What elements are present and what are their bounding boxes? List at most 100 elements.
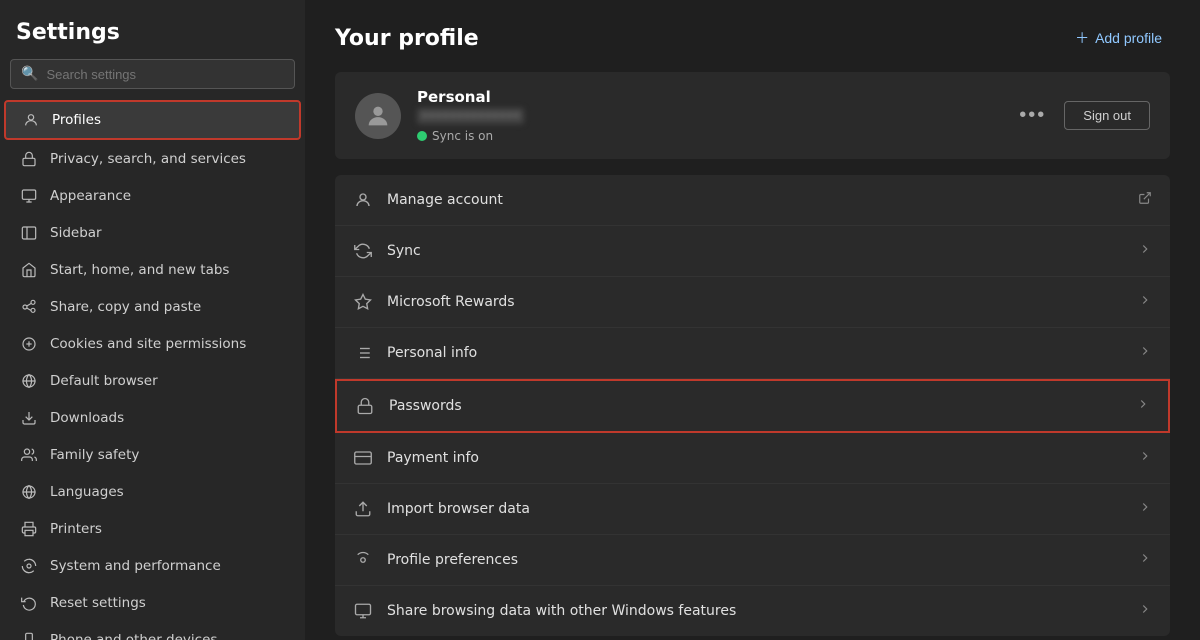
passwords-icon [355, 396, 375, 416]
sidebar-item-label-phone: Phone and other devices [50, 632, 217, 640]
phone-icon [20, 631, 38, 640]
sync-status: Sync is on [417, 129, 995, 143]
menu-item-label-payment-info: Payment info [387, 450, 1124, 466]
downloads-icon [20, 409, 38, 427]
chevron-right-icon [1138, 449, 1152, 467]
sync-label: Sync is on [432, 129, 493, 143]
share-copy-icon [20, 298, 38, 316]
menu-item-label-profile-preferences: Profile preferences [387, 552, 1124, 568]
search-icon: 🔍 [21, 66, 38, 82]
cookies-icon [20, 335, 38, 353]
sidebar-item-label-share-copy: Share, copy and paste [50, 299, 201, 315]
personal-info-icon [353, 343, 373, 363]
sidebar-item-label-family-safety: Family safety [50, 447, 139, 463]
profiles-icon [22, 111, 40, 129]
microsoft-rewards-icon [353, 292, 373, 312]
sidebar: Settings 🔍 ProfilesPrivacy, search, and … [0, 0, 305, 640]
sidebar-item-cookies[interactable]: Cookies and site permissions [4, 326, 301, 362]
sidebar-item-label-reset: Reset settings [50, 595, 146, 611]
sidebar-nav: Profiles Privacy, search, and services App… [0, 99, 305, 640]
sidebar-item-label-start-home: Start, home, and new tabs [50, 262, 229, 278]
sidebar-item-start-home[interactable]: Start, home, and new tabs [4, 252, 301, 288]
menu-item-label-manage-account: Manage account [387, 192, 1124, 208]
menu-item-label-personal-info: Personal info [387, 345, 1124, 361]
sidebar-item-privacy[interactable]: Privacy, search, and services [4, 141, 301, 177]
sidebar-icon [20, 224, 38, 242]
menu-item-personal-info[interactable]: Personal info [335, 328, 1170, 379]
add-profile-label: Add profile [1095, 30, 1162, 46]
chevron-right-icon [1138, 242, 1152, 260]
share-browsing-icon [353, 601, 373, 621]
sidebar-item-appearance[interactable]: Appearance [4, 178, 301, 214]
plus-icon: ＋ [1075, 28, 1089, 48]
add-profile-button[interactable]: ＋ Add profile [1067, 24, 1170, 52]
appearance-icon [20, 187, 38, 205]
avatar [355, 93, 401, 139]
sync-icon [353, 241, 373, 261]
sidebar-item-system[interactable]: System and performance [4, 548, 301, 584]
menu-item-manage-account[interactable]: Manage account [335, 175, 1170, 226]
sidebar-item-share-copy[interactable]: Share, copy and paste [4, 289, 301, 325]
menu-item-label-import-browser-data: Import browser data [387, 501, 1124, 517]
default-browser-icon [20, 372, 38, 390]
sidebar-item-label-downloads: Downloads [50, 410, 124, 426]
menu-item-microsoft-rewards[interactable]: Microsoft Rewards [335, 277, 1170, 328]
profile-actions: ••• Sign out [1011, 100, 1150, 131]
start-home-icon [20, 261, 38, 279]
profile-name: Personal [417, 88, 995, 106]
sidebar-item-label-printers: Printers [50, 521, 102, 537]
payment-info-icon [353, 448, 373, 468]
sidebar-item-label-privacy: Privacy, search, and services [50, 151, 246, 167]
profile-card: Personal •••••••••••••• Sync is on ••• S… [335, 72, 1170, 159]
printers-icon [20, 520, 38, 538]
sidebar-item-default-browser[interactable]: Default browser [4, 363, 301, 399]
chevron-right-icon [1138, 602, 1152, 620]
menu-item-import-browser-data[interactable]: Import browser data [335, 484, 1170, 535]
languages-icon [20, 483, 38, 501]
menu-item-share-browsing[interactable]: Share browsing data with other Windows f… [335, 586, 1170, 636]
menu-item-payment-info[interactable]: Payment info [335, 433, 1170, 484]
sign-out-button[interactable]: Sign out [1064, 101, 1150, 130]
sidebar-item-label-default-browser: Default browser [50, 373, 158, 389]
sidebar-item-label-profiles: Profiles [52, 112, 101, 128]
sidebar-item-family-safety[interactable]: Family safety [4, 437, 301, 473]
sidebar-item-phone[interactable]: Phone and other devices [4, 622, 301, 640]
page-title: Your profile [335, 26, 479, 51]
more-options-button[interactable]: ••• [1011, 100, 1054, 131]
menu-item-passwords[interactable]: Passwords [335, 379, 1170, 433]
page-header: Your profile ＋ Add profile [335, 24, 1170, 52]
chevron-right-icon [1138, 293, 1152, 311]
manage-account-icon [353, 190, 373, 210]
reset-icon [20, 594, 38, 612]
chevron-right-icon [1138, 500, 1152, 518]
chevron-right-icon [1138, 344, 1152, 362]
profile-email: •••••••••••••• [417, 108, 524, 124]
menu-item-label-passwords: Passwords [389, 398, 1122, 414]
menu-item-sync[interactable]: Sync [335, 226, 1170, 277]
sidebar-item-sidebar[interactable]: Sidebar [4, 215, 301, 251]
menu-item-label-microsoft-rewards: Microsoft Rewards [387, 294, 1124, 310]
sidebar-item-languages[interactable]: Languages [4, 474, 301, 510]
menu-item-label-share-browsing: Share browsing data with other Windows f… [387, 603, 1124, 619]
sync-dot [417, 131, 427, 141]
menu-item-profile-preferences[interactable]: Profile preferences [335, 535, 1170, 586]
system-icon [20, 557, 38, 575]
sidebar-item-reset[interactable]: Reset settings [4, 585, 301, 621]
sidebar-item-printers[interactable]: Printers [4, 511, 301, 547]
profile-menu-list: Manage account Sync Microsoft Rewards Perso… [335, 175, 1170, 636]
search-box[interactable]: 🔍 [10, 59, 295, 89]
search-input[interactable] [46, 67, 284, 82]
privacy-icon [20, 150, 38, 168]
sidebar-item-label-system: System and performance [50, 558, 221, 574]
main-content: Your profile ＋ Add profile Personal ••••… [305, 0, 1200, 640]
import-browser-data-icon [353, 499, 373, 519]
sidebar-item-profiles[interactable]: Profiles [4, 100, 301, 140]
sidebar-item-label-sidebar: Sidebar [50, 225, 102, 241]
sidebar-item-label-appearance: Appearance [50, 188, 131, 204]
profile-info: Personal •••••••••••••• Sync is on [417, 88, 995, 143]
chevron-right-icon [1136, 397, 1150, 415]
profile-preferences-icon [353, 550, 373, 570]
chevron-right-icon [1138, 551, 1152, 569]
sidebar-item-label-cookies: Cookies and site permissions [50, 336, 246, 352]
sidebar-item-downloads[interactable]: Downloads [4, 400, 301, 436]
